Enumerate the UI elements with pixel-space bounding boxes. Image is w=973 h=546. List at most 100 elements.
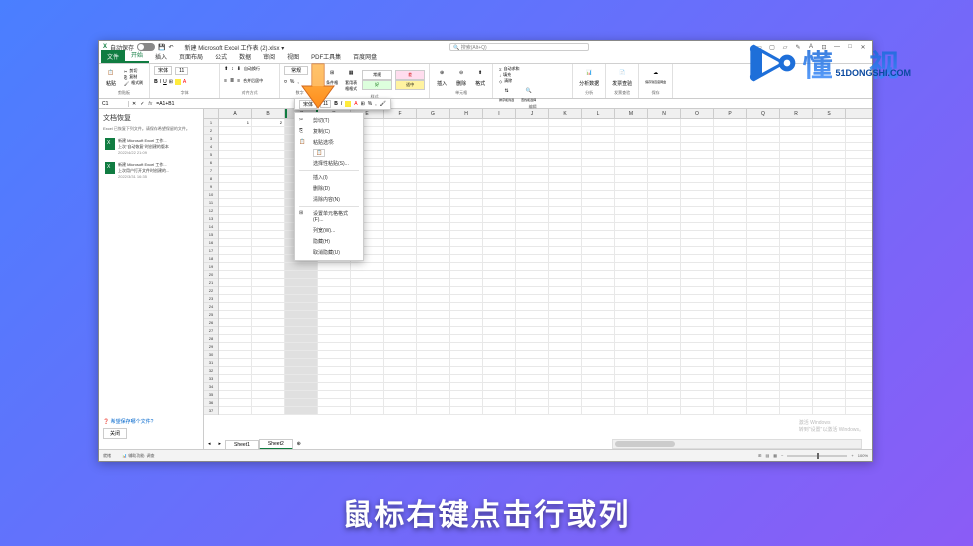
cell[interactable] bbox=[747, 119, 780, 126]
cell[interactable] bbox=[615, 295, 648, 302]
cell[interactable] bbox=[582, 183, 615, 190]
cell[interactable] bbox=[516, 391, 549, 398]
cell[interactable] bbox=[450, 215, 483, 222]
cell[interactable] bbox=[384, 135, 417, 142]
tab-insert[interactable]: 插入 bbox=[149, 50, 173, 63]
cell[interactable] bbox=[219, 335, 252, 342]
cell[interactable] bbox=[417, 359, 450, 366]
cell[interactable] bbox=[648, 191, 681, 198]
cell[interactable] bbox=[549, 191, 582, 198]
row-7[interactable]: 7 bbox=[204, 167, 218, 175]
merge-btn[interactable]: 合并后居中 bbox=[243, 78, 263, 84]
cell[interactable] bbox=[252, 391, 285, 398]
row-25[interactable]: 25 bbox=[204, 311, 218, 319]
cell[interactable] bbox=[450, 287, 483, 294]
cell[interactable] bbox=[549, 135, 582, 142]
cell[interactable] bbox=[219, 383, 252, 390]
cell[interactable] bbox=[615, 215, 648, 222]
cell[interactable] bbox=[747, 287, 780, 294]
cell[interactable] bbox=[450, 143, 483, 150]
row-20[interactable]: 20 bbox=[204, 271, 218, 279]
cell[interactable] bbox=[714, 191, 747, 198]
delete-btn[interactable]: ⊖删除 bbox=[453, 66, 469, 88]
view-break-icon[interactable]: ▦ bbox=[773, 453, 777, 458]
mini-italic-icon[interactable]: I bbox=[341, 101, 342, 107]
cell[interactable] bbox=[813, 215, 846, 222]
cell[interactable] bbox=[747, 303, 780, 310]
cell[interactable] bbox=[714, 335, 747, 342]
cell[interactable] bbox=[780, 207, 813, 214]
cell[interactable] bbox=[582, 247, 615, 254]
cell[interactable] bbox=[747, 343, 780, 350]
cell[interactable] bbox=[615, 383, 648, 390]
cell[interactable] bbox=[252, 279, 285, 286]
cell[interactable] bbox=[384, 295, 417, 302]
cell[interactable] bbox=[285, 303, 318, 310]
cell[interactable] bbox=[450, 279, 483, 286]
cell[interactable] bbox=[813, 311, 846, 318]
cell[interactable] bbox=[252, 215, 285, 222]
cell[interactable] bbox=[747, 383, 780, 390]
cell[interactable] bbox=[219, 311, 252, 318]
cell[interactable] bbox=[252, 287, 285, 294]
cell[interactable] bbox=[285, 271, 318, 278]
cell[interactable] bbox=[648, 263, 681, 270]
mini-border-icon[interactable]: ⊞ bbox=[361, 101, 365, 107]
cell[interactable] bbox=[384, 407, 417, 414]
cell[interactable] bbox=[582, 383, 615, 390]
cell[interactable] bbox=[351, 303, 384, 310]
cell[interactable] bbox=[450, 223, 483, 230]
cell[interactable] bbox=[780, 311, 813, 318]
cond-format-button[interactable]: ⊞条件格式 bbox=[324, 66, 340, 93]
cell[interactable] bbox=[483, 375, 516, 382]
cell[interactable] bbox=[417, 183, 450, 190]
cell[interactable] bbox=[747, 279, 780, 286]
cell[interactable] bbox=[285, 335, 318, 342]
confirm-fx-icon[interactable]: ✓ bbox=[140, 101, 144, 107]
cell[interactable] bbox=[813, 247, 846, 254]
cell[interactable] bbox=[252, 327, 285, 334]
row-11[interactable]: 11 bbox=[204, 199, 218, 207]
cell[interactable] bbox=[813, 407, 846, 414]
row-8[interactable]: 8 bbox=[204, 175, 218, 183]
cell[interactable] bbox=[219, 287, 252, 294]
cell[interactable] bbox=[780, 335, 813, 342]
cell[interactable] bbox=[549, 231, 582, 238]
cell[interactable] bbox=[483, 159, 516, 166]
cell[interactable] bbox=[813, 239, 846, 246]
cell[interactable] bbox=[747, 135, 780, 142]
cell[interactable] bbox=[681, 279, 714, 286]
cell[interactable] bbox=[384, 183, 417, 190]
cell[interactable] bbox=[483, 135, 516, 142]
cell[interactable] bbox=[252, 207, 285, 214]
cell[interactable] bbox=[813, 295, 846, 302]
cell[interactable] bbox=[549, 343, 582, 350]
cell[interactable] bbox=[351, 343, 384, 350]
cell[interactable] bbox=[549, 367, 582, 374]
cell[interactable] bbox=[813, 191, 846, 198]
cell[interactable] bbox=[252, 231, 285, 238]
cell[interactable] bbox=[483, 367, 516, 374]
cell[interactable] bbox=[483, 287, 516, 294]
row-19[interactable]: 19 bbox=[204, 263, 218, 271]
mini-size[interactable]: 11 bbox=[320, 100, 331, 108]
tab-formulas[interactable]: 公式 bbox=[209, 50, 233, 63]
cell[interactable] bbox=[648, 151, 681, 158]
name-box[interactable]: C1 bbox=[99, 101, 129, 107]
cell[interactable] bbox=[813, 279, 846, 286]
cell[interactable] bbox=[780, 383, 813, 390]
cell[interactable] bbox=[681, 191, 714, 198]
cell[interactable] bbox=[417, 135, 450, 142]
cell[interactable] bbox=[219, 271, 252, 278]
select-all-corner[interactable] bbox=[204, 109, 219, 118]
zoom-in-icon[interactable]: + bbox=[851, 453, 853, 458]
cell[interactable] bbox=[450, 295, 483, 302]
cell[interactable] bbox=[615, 191, 648, 198]
cell[interactable] bbox=[549, 375, 582, 382]
cell[interactable] bbox=[516, 359, 549, 366]
row-37[interactable]: 37 bbox=[204, 407, 218, 415]
cell[interactable] bbox=[417, 119, 450, 126]
cell[interactable]: 2 bbox=[252, 119, 285, 126]
cell[interactable] bbox=[384, 367, 417, 374]
cell[interactable] bbox=[549, 175, 582, 182]
